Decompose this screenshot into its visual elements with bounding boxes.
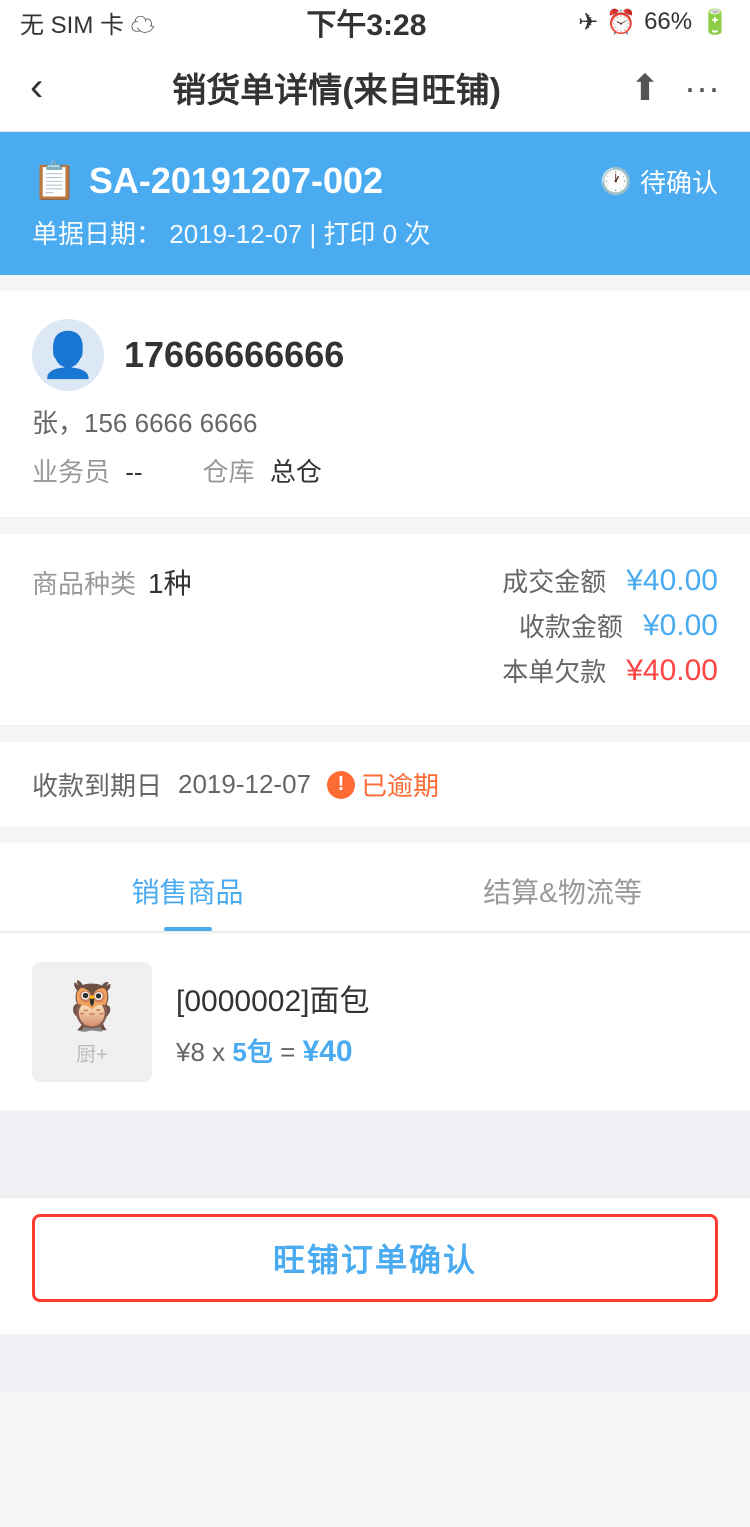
no-sim-text: 无 SIM 卡 ☁: [20, 5, 155, 40]
equals-sign: =: [280, 1037, 302, 1067]
customer-name: 张，156 6666 6666: [32, 403, 718, 440]
due-date-value: 2019-12-07: [178, 769, 311, 800]
alarm-icon: ⏰: [606, 8, 636, 37]
summary-card: 商品种类 1种 成交金额 ¥40.00 收款金额 ¥0.00 本单欠款 ¥40.…: [0, 534, 750, 726]
amounts: 成交金额 ¥40.00 收款金额 ¥0.00 本单欠款 ¥40.00: [502, 562, 718, 697]
tab-products[interactable]: 销售商品: [0, 843, 375, 931]
order-date: 单据日期： 2019-12-07 | 打印 0 次: [32, 214, 718, 251]
bottom-bar: 旺铺订单确认: [0, 1197, 750, 1334]
customer-card: 👤 17666666666 张，156 6666 6666 业务员 -- 仓库 …: [0, 291, 750, 518]
product-price-row: ¥8 x 5包 = ¥40: [176, 1032, 718, 1069]
quantity: 5包: [232, 1037, 272, 1067]
owing-amount: ¥40.00: [626, 654, 718, 688]
order-id: 📋 SA-20191207-002: [32, 160, 383, 202]
avatar-icon: 👤: [41, 329, 96, 381]
location-icon: ✈: [578, 8, 598, 37]
multiply-sign: x: [212, 1037, 232, 1067]
customer-meta: 业务员 -- 仓库 总仓: [32, 452, 718, 489]
product-thumb-icon: 🦉: [62, 977, 122, 1034]
clock-icon: 🕐: [600, 166, 632, 197]
product-item: 🦉 厨+ [0000002]面包 ¥8 x 5包 = ¥40: [0, 934, 750, 1111]
due-date-card: 收款到期日 2019-12-07 ! 已逾期: [0, 742, 750, 827]
page-title: 销货单详情(来自旺铺): [172, 63, 501, 112]
sales-info: 业务员 --: [32, 452, 143, 489]
product-thumb-label: 厨+: [76, 1038, 108, 1067]
avatar: 👤: [32, 319, 104, 391]
order-status: 🕐 待确认: [600, 163, 718, 200]
status-bar: 无 SIM 卡 ☁ 下午3:28 ✈ ⏰ 66% 🔋: [0, 0, 750, 44]
customer-phone: 17666666666: [124, 334, 344, 376]
total-price: ¥40: [303, 1035, 353, 1068]
transaction-amount: ¥40.00: [626, 564, 718, 598]
nav-bar: ‹ 销货单详情(来自旺铺) ⬆ ···: [0, 44, 750, 132]
product-thumbnail: 🦉 厨+: [32, 962, 152, 1082]
product-type: 商品种类 1种: [32, 562, 192, 602]
battery-text: 66%: [644, 8, 692, 36]
nav-actions: ⬆ ···: [630, 67, 720, 109]
status-right: ✈ ⏰ 66% 🔋: [578, 8, 730, 37]
status-left: 无 SIM 卡 ☁: [20, 5, 155, 40]
warehouse-info: 仓库 总仓: [203, 452, 322, 489]
tabs: 销售商品 结算&物流等: [0, 843, 750, 932]
due-date-label: 收款到期日: [32, 766, 162, 803]
back-button[interactable]: ‹: [30, 65, 43, 110]
status-time: 下午3:28: [306, 0, 426, 44]
confirm-order-button[interactable]: 旺铺订单确认: [32, 1214, 718, 1302]
order-icon: 📋: [32, 160, 77, 202]
product-name: [0000002]面包: [176, 976, 718, 1020]
overdue-warning-icon: !: [327, 771, 355, 799]
overdue-text: 已逾期: [361, 766, 439, 803]
product-list: 🦉 厨+ [0000002]面包 ¥8 x 5包 = ¥40: [0, 934, 750, 1111]
product-info: [0000002]面包 ¥8 x 5包 = ¥40: [176, 976, 718, 1069]
more-button[interactable]: ···: [684, 67, 720, 109]
payment-amount-row: 收款金额 ¥0.00: [502, 607, 718, 644]
battery-icon: 🔋: [700, 8, 730, 37]
share-button[interactable]: ⬆: [630, 67, 660, 109]
transaction-amount-row: 成交金额 ¥40.00: [502, 562, 718, 599]
overdue-badge: ! 已逾期: [327, 766, 439, 803]
order-header: 📋 SA-20191207-002 🕐 待确认 单据日期： 2019-12-07…: [0, 132, 750, 275]
owing-amount-row: 本单欠款 ¥40.00: [502, 652, 718, 689]
payment-amount: ¥0.00: [643, 609, 718, 643]
unit-price: ¥8: [176, 1037, 205, 1067]
tab-settlement[interactable]: 结算&物流等: [375, 843, 750, 931]
